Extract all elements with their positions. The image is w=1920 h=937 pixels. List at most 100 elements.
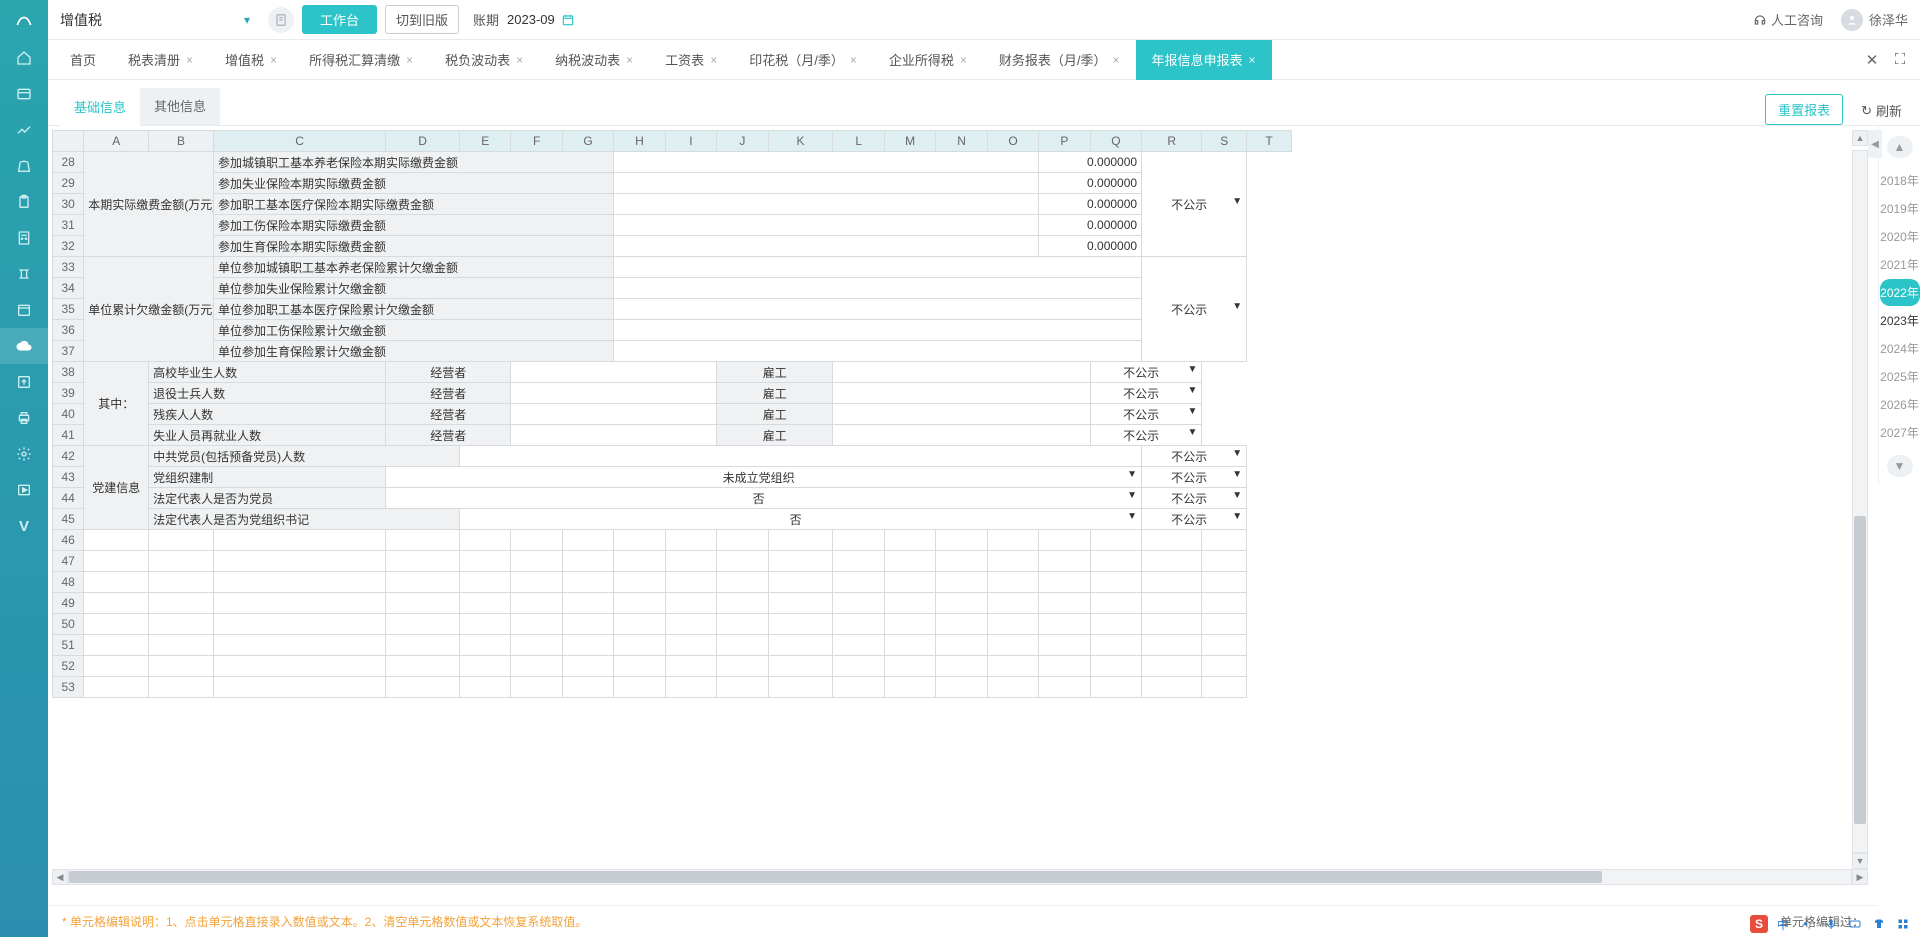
empty-cell[interactable]: [768, 572, 833, 593]
year-2023年[interactable]: 2023年: [1880, 307, 1920, 334]
nav-settings-icon[interactable]: [0, 436, 48, 472]
nav-bag-icon[interactable]: [0, 148, 48, 184]
empty-cell[interactable]: [1039, 551, 1090, 572]
empty-cell[interactable]: [833, 635, 884, 656]
empty-cell[interactable]: [511, 572, 562, 593]
row-header-39[interactable]: 39: [53, 383, 84, 404]
tab-2[interactable]: 增值税×: [209, 40, 293, 80]
empty-cell[interactable]: [614, 677, 665, 698]
tab-close-icon[interactable]: ×: [1113, 53, 1120, 67]
row-header-34[interactable]: 34: [53, 278, 84, 299]
disclose-r39[interactable]: 不公示▼: [1090, 383, 1202, 404]
empty-cell[interactable]: [833, 593, 884, 614]
col-header-L[interactable]: L: [833, 131, 884, 152]
row-header-30[interactable]: 30: [53, 194, 84, 215]
year-2026年[interactable]: 2026年: [1880, 391, 1920, 418]
year-prev-icon[interactable]: ▲: [1887, 136, 1913, 158]
notes-icon[interactable]: [268, 7, 294, 33]
row-header-45[interactable]: 45: [53, 509, 84, 530]
empty-cell[interactable]: [1090, 614, 1141, 635]
cell[interactable]: [614, 236, 1039, 257]
nav-v-icon[interactable]: V: [0, 508, 48, 544]
calendar-icon[interactable]: [561, 13, 575, 27]
year-2020年[interactable]: 2020年: [1880, 223, 1920, 250]
row-header-37[interactable]: 37: [53, 341, 84, 362]
col-header-I[interactable]: I: [665, 131, 716, 152]
empty-cell[interactable]: [717, 593, 768, 614]
empty-cell[interactable]: [386, 530, 460, 551]
tab-4[interactable]: 税负波动表×: [429, 40, 539, 80]
empty-cell[interactable]: [936, 551, 987, 572]
col-header-M[interactable]: M: [884, 131, 935, 152]
row-header-36[interactable]: 36: [53, 320, 84, 341]
empty-cell[interactable]: [562, 635, 613, 656]
empty-cell[interactable]: [665, 656, 716, 677]
nav-stamp-icon[interactable]: [0, 256, 48, 292]
empty-cell[interactable]: [614, 635, 665, 656]
col-header-Q[interactable]: Q: [1090, 131, 1141, 152]
empty-cell[interactable]: [833, 551, 884, 572]
empty-cell[interactable]: [884, 593, 935, 614]
row-header-35[interactable]: 35: [53, 299, 84, 320]
empty-cell[interactable]: [614, 593, 665, 614]
empty-cell[interactable]: [149, 572, 214, 593]
empty-cell[interactable]: [1202, 593, 1247, 614]
col-header-P[interactable]: P: [1039, 131, 1090, 152]
empty-cell[interactable]: [768, 614, 833, 635]
cell[interactable]: [833, 383, 1090, 404]
row-header-52[interactable]: 52: [53, 656, 84, 677]
cell[interactable]: [614, 173, 1039, 194]
empty-cell[interactable]: [717, 530, 768, 551]
scroll-down-icon[interactable]: ▼: [1852, 853, 1868, 869]
tab-9[interactable]: 财务报表（月/季）×: [983, 40, 1136, 80]
period-value[interactable]: 2023-09: [507, 12, 555, 27]
ime-logo-icon[interactable]: S: [1750, 915, 1768, 933]
row-header-38[interactable]: 38: [53, 362, 84, 383]
row-header-49[interactable]: 49: [53, 593, 84, 614]
empty-cell[interactable]: [987, 614, 1038, 635]
empty-cell[interactable]: [84, 572, 149, 593]
empty-cell[interactable]: [665, 572, 716, 593]
empty-cell[interactable]: [459, 530, 510, 551]
empty-cell[interactable]: [386, 572, 460, 593]
empty-cell[interactable]: [84, 614, 149, 635]
empty-cell[interactable]: [833, 530, 884, 551]
col-header-A[interactable]: A: [84, 131, 149, 152]
empty-cell[interactable]: [884, 572, 935, 593]
empty-cell[interactable]: [1039, 677, 1090, 698]
tab-close-icon[interactable]: ×: [516, 53, 523, 67]
col-header-H[interactable]: H: [614, 131, 665, 152]
empty-cell[interactable]: [717, 635, 768, 656]
tab-6[interactable]: 工资表×: [649, 40, 733, 80]
empty-cell[interactable]: [459, 572, 510, 593]
tab-close-icon[interactable]: ×: [710, 53, 717, 67]
subtab-basic[interactable]: 基础信息: [60, 89, 140, 126]
empty-cell[interactable]: [884, 551, 935, 572]
disclose-r44[interactable]: 不公示▼: [1142, 488, 1247, 509]
empty-cell[interactable]: [459, 551, 510, 572]
empty-cell[interactable]: [386, 593, 460, 614]
empty-cell[interactable]: [1142, 551, 1202, 572]
row-header-28[interactable]: 28: [53, 152, 84, 173]
empty-cell[interactable]: [459, 635, 510, 656]
cell[interactable]: [511, 383, 717, 404]
empty-cell[interactable]: [833, 572, 884, 593]
empty-cell[interactable]: [1039, 635, 1090, 656]
val-r45[interactable]: 否▼: [459, 509, 1141, 530]
empty-cell[interactable]: [1202, 572, 1247, 593]
disclose-r42[interactable]: 不公示▼: [1142, 446, 1247, 467]
empty-cell[interactable]: [149, 635, 214, 656]
horizontal-scrollbar[interactable]: ◀ ▶: [52, 869, 1868, 885]
col-header-E[interactable]: E: [459, 131, 510, 152]
tab-0[interactable]: 首页: [54, 40, 112, 80]
empty-cell[interactable]: [213, 530, 385, 551]
row-header-46[interactable]: 46: [53, 530, 84, 551]
cell[interactable]: [511, 404, 717, 425]
empty-cell[interactable]: [1202, 530, 1247, 551]
year-next-icon[interactable]: ▼: [1887, 455, 1913, 477]
empty-cell[interactable]: [1039, 614, 1090, 635]
empty-cell[interactable]: [768, 593, 833, 614]
empty-cell[interactable]: [717, 677, 768, 698]
cell[interactable]: [614, 341, 1142, 362]
val-r29[interactable]: 0.000000: [1039, 173, 1142, 194]
